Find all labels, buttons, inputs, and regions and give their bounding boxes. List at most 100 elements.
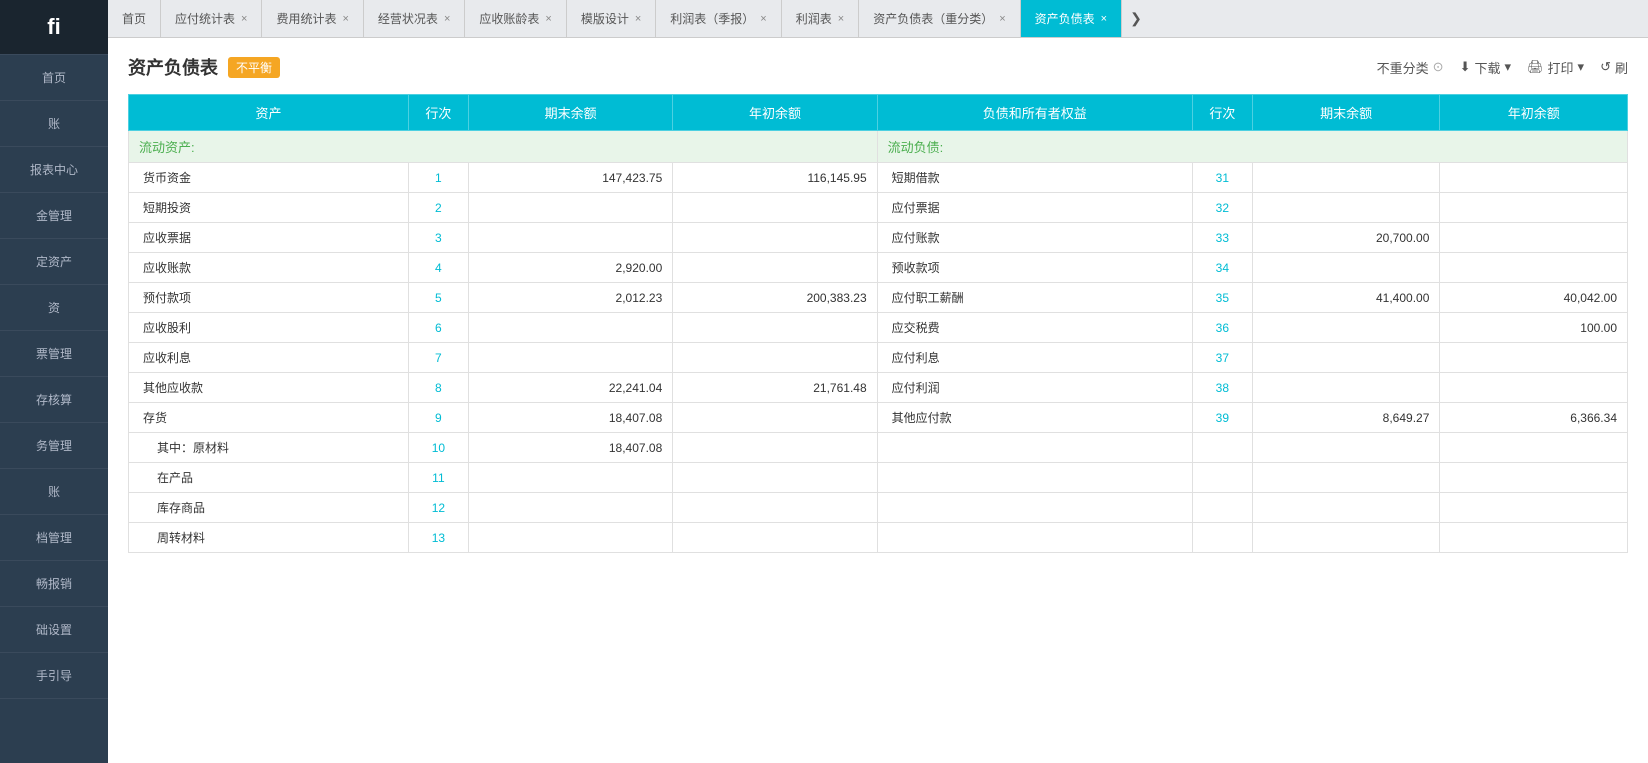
tab-receivable-aging[interactable]: 应收账龄表 × xyxy=(465,0,566,38)
asset-name[interactable]: 存货 xyxy=(129,403,409,433)
sidebar-item-expense[interactable]: 畅报销 xyxy=(0,561,108,607)
year-start-amount2[interactable]: 100.00 xyxy=(1440,313,1628,343)
year-start-amount2[interactable] xyxy=(1440,193,1628,223)
print-btn[interactable]: 🖨 打印 ▾ xyxy=(1527,58,1584,77)
period-end-amount2[interactable] xyxy=(1252,493,1440,523)
period-end-amount2[interactable] xyxy=(1252,523,1440,553)
period-end-amount[interactable]: 22,241.04 xyxy=(468,373,672,403)
year-start-amount[interactable]: 116,145.95 xyxy=(673,163,877,193)
sidebar-item-fixed-assets[interactable]: 定资产 xyxy=(0,239,108,285)
year-start-amount[interactable] xyxy=(673,223,877,253)
close-tab-profit[interactable]: × xyxy=(838,13,844,25)
period-end-amount2[interactable] xyxy=(1252,253,1440,283)
period-end-amount[interactable] xyxy=(468,343,672,373)
year-start-amount2[interactable] xyxy=(1440,223,1628,253)
period-end-amount[interactable] xyxy=(468,493,672,523)
sidebar-item-home[interactable]: 首页 xyxy=(0,55,108,101)
liability-name[interactable]: 应付职工薪酬 xyxy=(877,283,1192,313)
tab-profit[interactable]: 利润表 × xyxy=(782,0,859,38)
close-tab-balance[interactable]: × xyxy=(1101,13,1107,25)
asset-name[interactable]: 应收利息 xyxy=(129,343,409,373)
year-start-amount[interactable] xyxy=(673,433,877,463)
period-end-amount[interactable] xyxy=(468,193,672,223)
sidebar-item-ticket[interactable]: 票管理 xyxy=(0,331,108,377)
period-end-amount2[interactable] xyxy=(1252,163,1440,193)
year-start-amount2[interactable] xyxy=(1440,343,1628,373)
close-tab-template[interactable]: × xyxy=(635,13,641,25)
sidebar-item-inventory[interactable]: 存核算 xyxy=(0,377,108,423)
no-reclassify-btn[interactable]: 不重分类 ⊙ xyxy=(1377,58,1444,77)
sidebar-item-guide[interactable]: 手引导 xyxy=(0,653,108,699)
year-start-amount[interactable] xyxy=(673,463,877,493)
asset-name[interactable]: 应收票据 xyxy=(129,223,409,253)
asset-name[interactable]: 短期投资 xyxy=(129,193,409,223)
year-start-amount2[interactable] xyxy=(1440,433,1628,463)
asset-name[interactable]: 其他应收款 xyxy=(129,373,409,403)
period-end-amount[interactable] xyxy=(468,463,672,493)
sidebar-item-fund[interactable]: 金管理 xyxy=(0,193,108,239)
liability-name[interactable]: 应付利息 xyxy=(877,343,1192,373)
tab-template[interactable]: 模版设计 × xyxy=(567,0,656,38)
liability-name[interactable]: 其他应付款 xyxy=(877,403,1192,433)
year-start-amount[interactable]: 200,383.23 xyxy=(673,283,877,313)
tab-profit-quarterly[interactable]: 利润表（季报） × xyxy=(656,0,781,38)
year-start-amount[interactable] xyxy=(673,403,877,433)
asset-name[interactable]: 预付款项 xyxy=(129,283,409,313)
close-tab-profit-quarterly[interactable]: × xyxy=(760,13,766,25)
period-end-amount[interactable]: 18,407.08 xyxy=(468,433,672,463)
asset-name[interactable]: 应收账款 xyxy=(129,253,409,283)
period-end-amount2[interactable]: 8,649.27 xyxy=(1252,403,1440,433)
period-end-amount2[interactable] xyxy=(1252,313,1440,343)
year-start-amount[interactable] xyxy=(673,313,877,343)
close-tab-operations[interactable]: × xyxy=(444,13,450,25)
liability-name[interactable]: 预收款项 xyxy=(877,253,1192,283)
liability-name[interactable]: 应交税费 xyxy=(877,313,1192,343)
period-end-amount[interactable]: 2,012.23 xyxy=(468,283,672,313)
sidebar-item-settings[interactable]: 础设置 xyxy=(0,607,108,653)
liability-name[interactable] xyxy=(877,433,1192,463)
year-start-amount[interactable]: 21,761.48 xyxy=(673,373,877,403)
period-end-amount[interactable]: 147,423.75 xyxy=(468,163,672,193)
year-start-amount2[interactable] xyxy=(1440,163,1628,193)
tab-scroll-right[interactable]: ❯ xyxy=(1122,0,1150,38)
asset-name[interactable]: 在产品 xyxy=(129,463,409,493)
tab-operations[interactable]: 经营状况表 × xyxy=(364,0,465,38)
period-end-amount[interactable] xyxy=(468,313,672,343)
download-btn[interactable]: ⬇ 下载 ▾ xyxy=(1460,58,1511,77)
period-end-amount[interactable] xyxy=(468,223,672,253)
asset-name[interactable]: 应收股利 xyxy=(129,313,409,343)
close-tab-reclassified[interactable]: × xyxy=(999,13,1005,25)
period-end-amount2[interactable] xyxy=(1252,343,1440,373)
liability-name[interactable] xyxy=(877,463,1192,493)
period-end-amount2[interactable] xyxy=(1252,373,1440,403)
year-start-amount2[interactable]: 6,366.34 xyxy=(1440,403,1628,433)
year-start-amount[interactable] xyxy=(673,493,877,523)
help-icon[interactable]: ⊙ xyxy=(1433,59,1444,75)
close-tab-payable[interactable]: × xyxy=(241,13,247,25)
period-end-amount2[interactable]: 41,400.00 xyxy=(1252,283,1440,313)
period-end-amount2[interactable] xyxy=(1252,433,1440,463)
year-start-amount2[interactable] xyxy=(1440,373,1628,403)
sidebar-item-business[interactable]: 务管理 xyxy=(0,423,108,469)
period-end-amount2[interactable] xyxy=(1252,193,1440,223)
year-start-amount2[interactable] xyxy=(1440,523,1628,553)
liability-name[interactable]: 短期借款 xyxy=(877,163,1192,193)
sidebar-item-account[interactable]: 账 xyxy=(0,101,108,147)
refresh-btn[interactable]: ↺ 刷 xyxy=(1600,58,1628,77)
year-start-amount2[interactable] xyxy=(1440,463,1628,493)
liability-name[interactable]: 应付账款 xyxy=(877,223,1192,253)
year-start-amount[interactable] xyxy=(673,193,877,223)
close-tab-expense[interactable]: × xyxy=(342,13,348,25)
period-end-amount2[interactable] xyxy=(1252,463,1440,493)
asset-name[interactable]: 货币资金 xyxy=(129,163,409,193)
period-end-amount[interactable]: 2,920.00 xyxy=(468,253,672,283)
tab-balance-sheet[interactable]: 资产负债表 × xyxy=(1021,0,1122,38)
asset-name[interactable]: 其中：原材料 xyxy=(129,433,409,463)
tab-payable-stats[interactable]: 应付统计表 × xyxy=(161,0,262,38)
year-start-amount[interactable] xyxy=(673,253,877,283)
asset-name[interactable]: 库存商品 xyxy=(129,493,409,523)
year-start-amount2[interactable] xyxy=(1440,493,1628,523)
sidebar-item-report-center[interactable]: 报表中心 xyxy=(0,147,108,193)
year-start-amount[interactable] xyxy=(673,343,877,373)
tab-balance-reclassified[interactable]: 资产负债表（重分类） × xyxy=(859,0,1020,38)
